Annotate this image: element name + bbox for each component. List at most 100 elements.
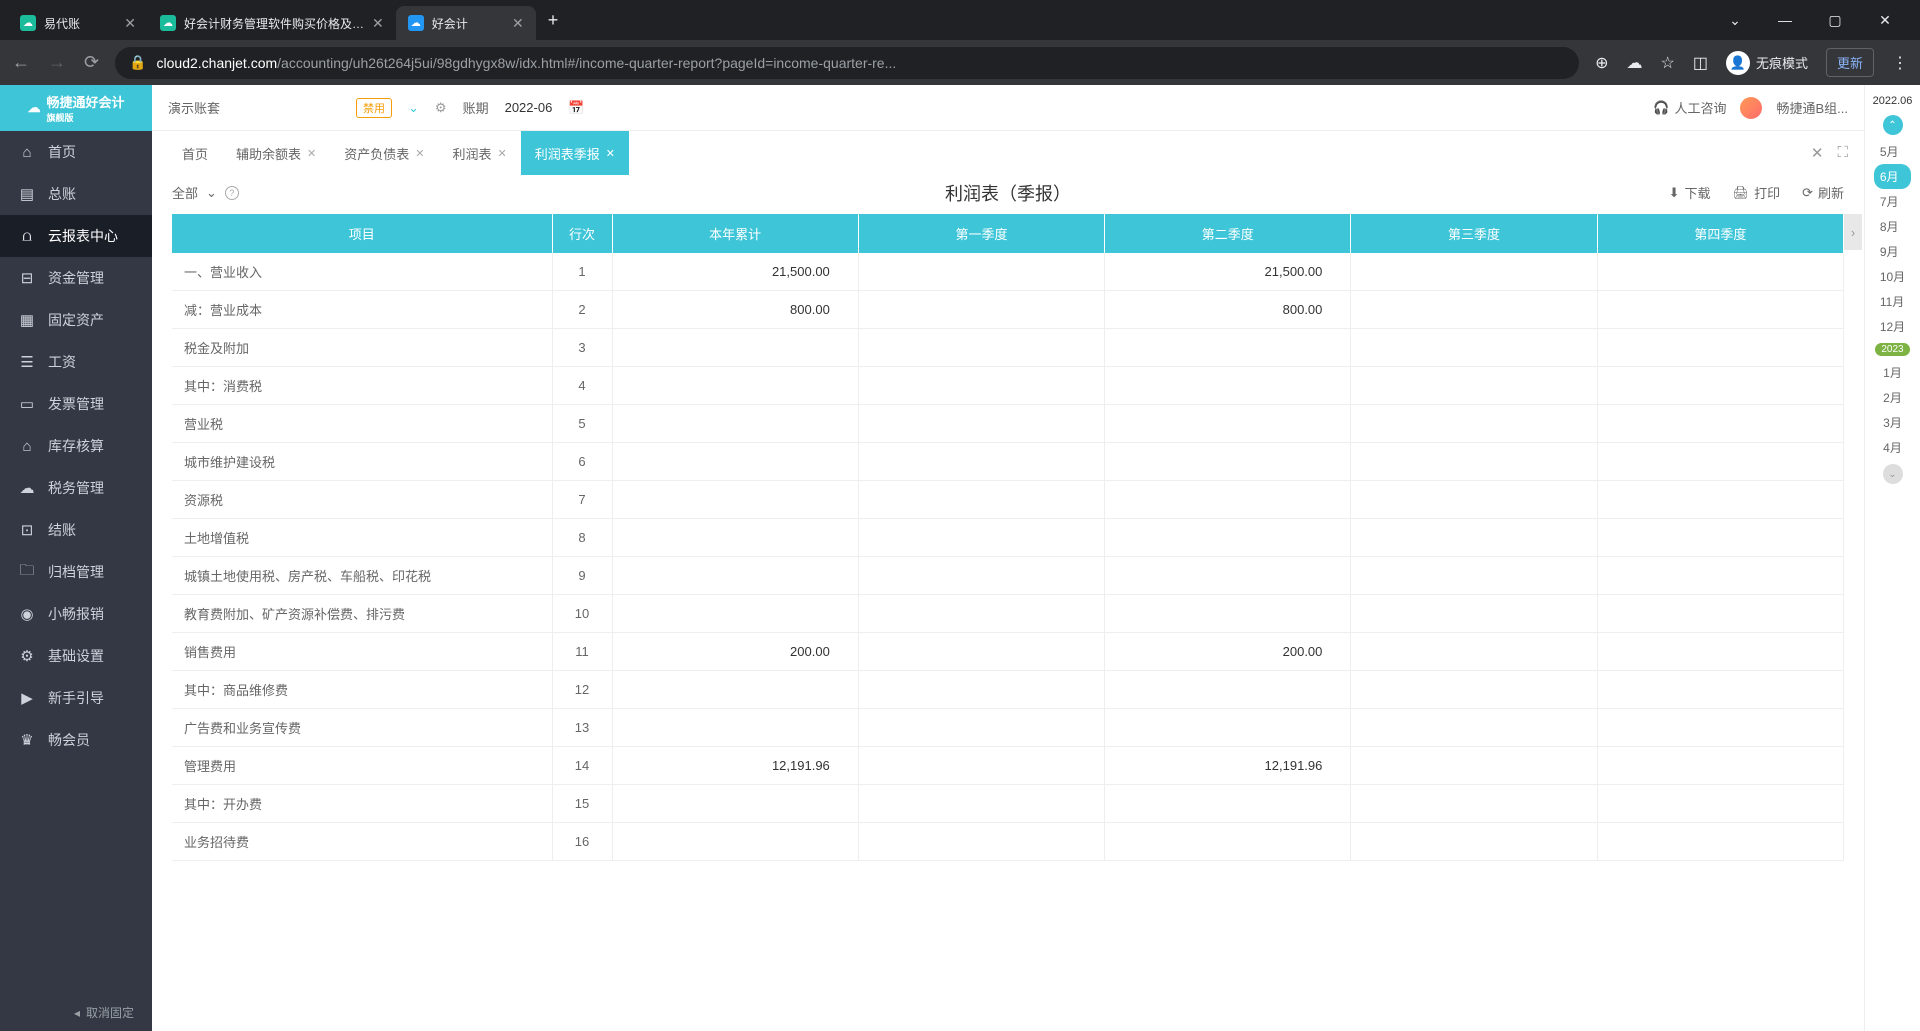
table-row[interactable]: 税金及附加3 [172,329,1844,367]
table-cell: 城镇土地使用税、房产税、车船税、印花税 [172,557,552,595]
unpin-button[interactable]: ◂ 取消固定 [0,994,152,1031]
close-icon[interactable]: ✕ [372,15,384,32]
month-button[interactable]: 10月 [1874,264,1911,289]
new-tab-button[interactable]: + [536,10,571,31]
month-button[interactable]: 5月 [1874,139,1911,164]
puzzle-icon[interactable]: ◫ [1693,53,1708,73]
sidebar-item[interactable]: ▦固定资产 [0,299,152,341]
close-icon[interactable]: ✕ [415,147,424,160]
table-row[interactable]: 城镇土地使用税、房产税、车船税、印花税9 [172,557,1844,595]
avatar[interactable] [1740,97,1762,119]
table-row[interactable]: 销售费用11200.00200.00 [172,633,1844,671]
table-row[interactable]: 土地增值税8 [172,519,1844,557]
sidebar-item[interactable]: ♛畅会员 [0,719,152,761]
month-button[interactable]: 6月 [1874,164,1911,189]
page-tab[interactable]: 利润表季报✕ [521,131,629,175]
sidebar-item[interactable]: ▤总账 [0,173,152,215]
scroll-up-button[interactable]: ⌃ [1883,115,1903,135]
table-container: › 项目行次本年累计第一季度第二季度第三季度第四季度 一、营业收入121,500… [152,214,1864,1031]
table-row[interactable]: 其中：开办费15 [172,785,1844,823]
sidebar-item[interactable]: ☁税务管理 [0,467,152,509]
forward-button[interactable]: → [48,52,66,73]
sidebar-item[interactable]: ▭发票管理 [0,383,152,425]
table-row[interactable]: 资源税7 [172,481,1844,519]
menu-icon[interactable]: ⋮ [1892,53,1908,73]
scroll-down-button[interactable]: ⌄ [1883,464,1903,484]
download-icon: ⬇ [1669,185,1680,201]
account-name[interactable]: 演示账套 [168,98,220,117]
zoom-icon[interactable]: ⊕ [1595,53,1608,73]
refresh-button[interactable]: ⟳刷新 [1802,183,1844,202]
table-row[interactable]: 管理费用1412,191.9612,191.96 [172,747,1844,785]
back-button[interactable]: ← [12,52,30,73]
user-name[interactable]: 畅捷通B组... [1776,98,1848,117]
filter-dropdown[interactable]: 全部 ⌄ ? [172,183,239,202]
chevron-down-icon[interactable]: ⌄ [408,100,419,116]
page-tab[interactable]: 资产负债表✕ [330,131,438,175]
browser-tab[interactable]: ☁易代账✕ [8,6,148,40]
maximize-button[interactable]: ▢ [1820,12,1850,29]
page-tab[interactable]: 辅助余额表✕ [222,131,330,175]
close-icon[interactable]: ✕ [512,15,524,32]
close-icon[interactable]: ✕ [498,147,507,160]
sidebar-item[interactable]: 🗀归档管理 [0,551,152,593]
logo[interactable]: ☁ 畅捷通好会计 旗舰版 [0,85,152,131]
star-icon[interactable]: ☆ [1661,53,1675,73]
calendar-icon[interactable]: 📅 [568,100,584,116]
nav-icon: ▭ [18,395,36,413]
minimize-button[interactable]: ― [1770,12,1800,29]
table-row[interactable]: 其中：商品维修费12 [172,671,1844,709]
table-row[interactable]: 减：营业成本2800.00800.00 [172,291,1844,329]
sidebar-item[interactable]: ☰工资 [0,341,152,383]
update-button[interactable]: 更新 [1826,48,1874,77]
table-row[interactable]: 广告费和业务宣传费13 [172,709,1844,747]
table-row[interactable]: 营业税5 [172,405,1844,443]
reload-button[interactable]: ⟳ [84,52,99,73]
table-row[interactable]: 城市维护建设税6 [172,443,1844,481]
help-icon[interactable]: ? [225,186,239,200]
sidebar-item[interactable]: ▶新手引导 [0,677,152,719]
gear-icon[interactable]: ⚙ [435,100,447,116]
sidebar-item[interactable]: ⊟资金管理 [0,257,152,299]
month-button[interactable]: 2月 [1877,385,1908,410]
sidebar-item[interactable]: ⚙基础设置 [0,635,152,677]
month-button[interactable]: 3月 [1877,410,1908,435]
month-button[interactable]: 11月 [1874,289,1911,314]
scroll-right-button[interactable]: › [1844,214,1862,250]
table-row[interactable]: 业务招待费16 [172,823,1844,861]
month-button[interactable]: 4月 [1877,435,1908,460]
url-input[interactable]: 🔒 cloud2.chanjet.com/accounting/uh26t264… [115,47,1579,79]
extension-icon[interactable]: ☁ [1627,53,1643,73]
table-row[interactable]: 一、营业收入121,500.0021,500.00 [172,253,1844,291]
table-row[interactable]: 教育费附加、矿产资源补偿费、排污费10 [172,595,1844,633]
sidebar-item[interactable]: ⌂库存核算 [0,425,152,467]
table-cell [1597,633,1843,671]
month-button[interactable]: 12月 [1874,314,1911,339]
table-row[interactable]: 其中：消费税4 [172,367,1844,405]
sidebar-item[interactable]: ⊡结账 [0,509,152,551]
close-all-tabs-button[interactable]: ✕ [1811,144,1824,162]
fullscreen-button[interactable]: ⛶ [1837,144,1848,162]
sidebar-item[interactable]: ◉小畅报销 [0,593,152,635]
download-button[interactable]: ⬇下载 [1669,183,1711,202]
month-button[interactable]: 9月 [1874,239,1911,264]
period-value[interactable]: 2022-06 [505,100,553,115]
browser-tab[interactable]: ☁好会计✕ [396,6,536,40]
sidebar-item[interactable]: ⌂首页 [0,131,152,173]
close-window-button[interactable]: ✕ [1870,12,1900,29]
page-tab[interactable]: 首页 [168,131,222,175]
close-icon[interactable]: ✕ [606,147,615,160]
sidebar-item[interactable]: ⩍云报表中心 [0,215,152,257]
close-icon[interactable]: ✕ [307,147,316,160]
page-tab[interactable]: 利润表✕ [438,131,520,175]
chevron-down-icon[interactable]: ⌄ [1720,12,1750,29]
main-content: 演示账套 禁用 ⌄ ⚙ 账期 2022-06 📅 🎧 人工咨询 畅捷通B组...… [152,85,1864,1031]
browser-tab[interactable]: ☁好会计财务管理软件购买价格及…✕ [148,6,396,40]
month-button[interactable]: 7月 [1874,189,1911,214]
month-button[interactable]: 8月 [1874,214,1911,239]
month-button[interactable]: 1月 [1877,360,1908,385]
print-button[interactable]: 🖨打印 [1733,183,1781,202]
close-icon[interactable]: ✕ [124,15,136,32]
support-link[interactable]: 🎧 人工咨询 [1653,98,1726,117]
url-path: /accounting/uh26t264j5ui/98gdhygx8w/idx.… [277,55,896,71]
